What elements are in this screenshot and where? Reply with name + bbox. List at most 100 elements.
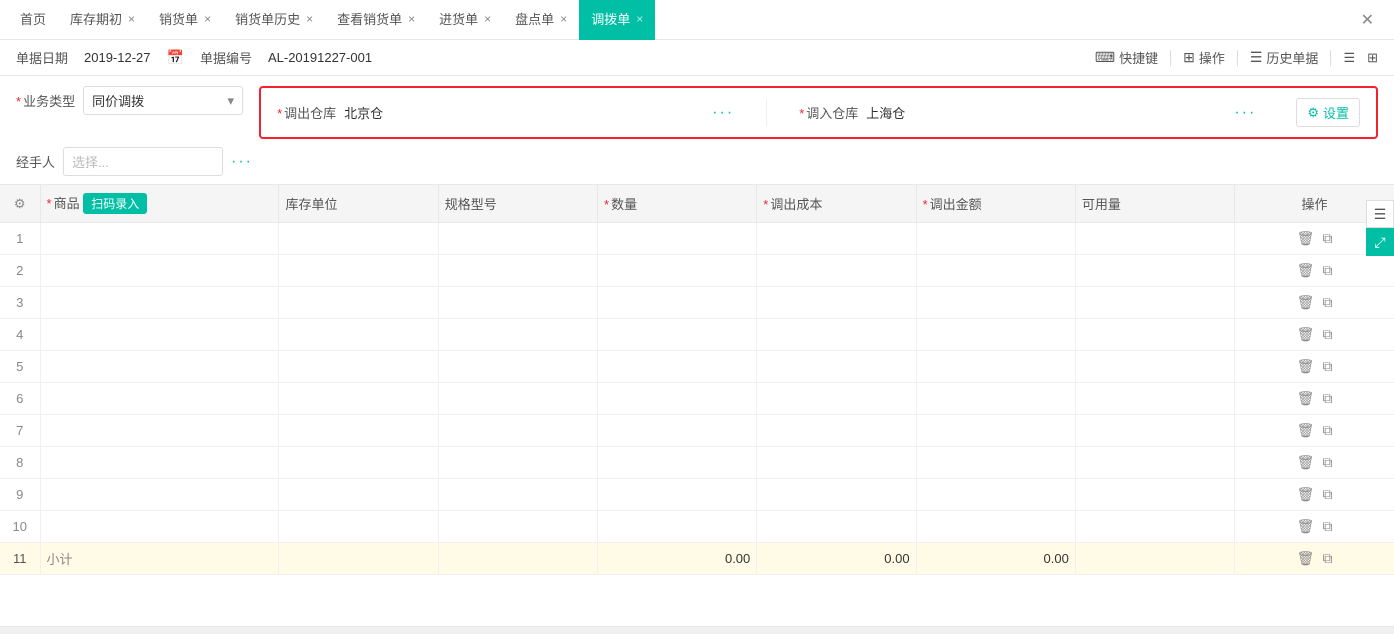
scan-barcode-btn[interactable]: 扫码录入 <box>83 193 147 214</box>
row-amount[interactable] <box>916 287 1075 319</box>
row-copy-icon[interactable]: ⧉ <box>1322 262 1332 279</box>
layout-btn-1[interactable]: ☰ <box>1343 50 1355 66</box>
row-product[interactable] <box>40 511 279 543</box>
warehouse-setting-btn[interactable]: ⚙ 设置 <box>1296 98 1360 127</box>
row-amount[interactable] <box>916 255 1075 287</box>
side-list-btn[interactable]: ☰ <box>1366 200 1394 228</box>
row-cost[interactable] <box>757 383 916 415</box>
tab-close-inventory-init[interactable]: × <box>128 12 135 26</box>
row-copy-icon[interactable]: ⧉ <box>1322 454 1332 471</box>
row-product[interactable] <box>40 351 279 383</box>
row-cost[interactable] <box>757 319 916 351</box>
row-unit[interactable] <box>279 479 438 511</box>
ops-btn[interactable]: ⊞ 操作 <box>1183 48 1225 67</box>
calendar-icon[interactable]: 📅 <box>167 49 184 66</box>
tab-transfer[interactable]: 调拨单 × <box>579 0 655 40</box>
row-unit[interactable] <box>279 383 438 415</box>
row-delete-icon[interactable]: 🗑 <box>1297 358 1315 375</box>
tab-close-transfer[interactable]: × <box>636 12 643 26</box>
horizontal-scrollbar[interactable] <box>0 626 1394 634</box>
row-product[interactable] <box>40 383 279 415</box>
row-qty[interactable] <box>598 351 757 383</box>
row-copy-icon[interactable]: ⧉ <box>1322 326 1332 343</box>
row-product[interactable] <box>40 287 279 319</box>
tab-sales-history[interactable]: 销货单历史 × <box>223 0 325 40</box>
row-product[interactable] <box>40 479 279 511</box>
tab-close-sales-history[interactable]: × <box>306 12 313 26</box>
row-spec[interactable] <box>438 255 597 287</box>
row-delete-icon[interactable]: 🗑 <box>1297 326 1315 343</box>
row-product[interactable] <box>40 415 279 447</box>
row-unit[interactable] <box>279 447 438 479</box>
row-qty[interactable] <box>598 319 757 351</box>
row-product[interactable] <box>40 447 279 479</box>
row-amount[interactable] <box>916 319 1075 351</box>
row-amount[interactable] <box>916 511 1075 543</box>
row-spec[interactable] <box>438 287 597 319</box>
history-btn[interactable]: ☰ 历史单据 <box>1250 48 1319 67</box>
row-spec[interactable] <box>438 447 597 479</box>
row-qty[interactable] <box>598 223 757 255</box>
row-delete-icon[interactable]: 🗑 <box>1297 390 1315 407</box>
row-unit[interactable] <box>279 287 438 319</box>
row-delete-icon[interactable]: 🗑 <box>1297 230 1315 247</box>
row-spec[interactable] <box>438 223 597 255</box>
tab-close-purchase[interactable]: × <box>484 12 491 26</box>
in-warehouse-more-btn[interactable]: ··· <box>1234 104 1256 122</box>
row-cost[interactable] <box>757 479 916 511</box>
person-select[interactable]: 选择... <box>63 147 223 176</box>
row-product[interactable] <box>40 223 279 255</box>
row-spec[interactable] <box>438 479 597 511</box>
row-spec[interactable] <box>438 511 597 543</box>
row-product[interactable] <box>40 319 279 351</box>
row-unit[interactable] <box>279 415 438 447</box>
row-amount[interactable] <box>916 415 1075 447</box>
row-copy-icon[interactable]: ⧉ <box>1322 358 1332 375</box>
row-qty[interactable] <box>598 447 757 479</box>
row-amount[interactable] <box>916 447 1075 479</box>
row-cost[interactable] <box>757 255 916 287</box>
row-copy-icon[interactable]: ⧉ <box>1322 422 1332 439</box>
row-cost[interactable] <box>757 415 916 447</box>
row-delete-icon[interactable]: 🗑 <box>1297 550 1315 567</box>
row-copy-icon[interactable]: ⧉ <box>1322 486 1332 503</box>
row-cost[interactable] <box>757 351 916 383</box>
row-spec[interactable] <box>438 383 597 415</box>
row-qty[interactable] <box>598 479 757 511</box>
row-delete-icon[interactable]: 🗑 <box>1297 454 1315 471</box>
row-copy-icon[interactable]: ⧉ <box>1322 390 1332 407</box>
row-amount[interactable] <box>916 383 1075 415</box>
row-amount[interactable] <box>916 223 1075 255</box>
row-unit[interactable] <box>279 511 438 543</box>
shortcut-btn[interactable]: ⌨ 快捷键 <box>1095 48 1158 67</box>
row-amount[interactable] <box>916 479 1075 511</box>
row-qty[interactable] <box>598 383 757 415</box>
row-cost[interactable] <box>757 287 916 319</box>
row-qty[interactable] <box>598 511 757 543</box>
tab-stocktake[interactable]: 盘点单 × <box>503 0 579 40</box>
row-delete-icon[interactable]: 🗑 <box>1297 294 1315 311</box>
row-product[interactable] <box>40 255 279 287</box>
row-qty[interactable] <box>598 287 757 319</box>
window-close-button[interactable]: ✕ <box>1349 10 1386 30</box>
row-delete-icon[interactable]: 🗑 <box>1297 422 1315 439</box>
tab-inventory-init[interactable]: 库存期初 × <box>58 0 147 40</box>
row-qty[interactable] <box>598 415 757 447</box>
row-unit[interactable] <box>279 319 438 351</box>
biz-type-select[interactable]: 同价调拨 ▾ <box>83 86 243 115</box>
tab-view-sales[interactable]: 查看销货单 × <box>325 0 427 40</box>
row-cost[interactable] <box>757 447 916 479</box>
row-delete-icon[interactable]: 🗑 <box>1297 518 1315 535</box>
row-cost[interactable] <box>757 511 916 543</box>
row-delete-icon[interactable]: 🗑 <box>1297 486 1315 503</box>
row-spec[interactable] <box>438 319 597 351</box>
row-copy-icon[interactable]: ⧉ <box>1322 518 1332 535</box>
row-spec[interactable] <box>438 415 597 447</box>
out-warehouse-more-btn[interactable]: ··· <box>712 104 734 122</box>
row-delete-icon[interactable]: 🗑 <box>1297 262 1315 279</box>
tab-close-view-sales[interactable]: × <box>408 12 415 26</box>
row-qty[interactable] <box>598 255 757 287</box>
person-more-btn[interactable]: ··· <box>231 153 253 171</box>
th-gear[interactable]: ⚙ <box>0 185 40 223</box>
row-unit[interactable] <box>279 351 438 383</box>
